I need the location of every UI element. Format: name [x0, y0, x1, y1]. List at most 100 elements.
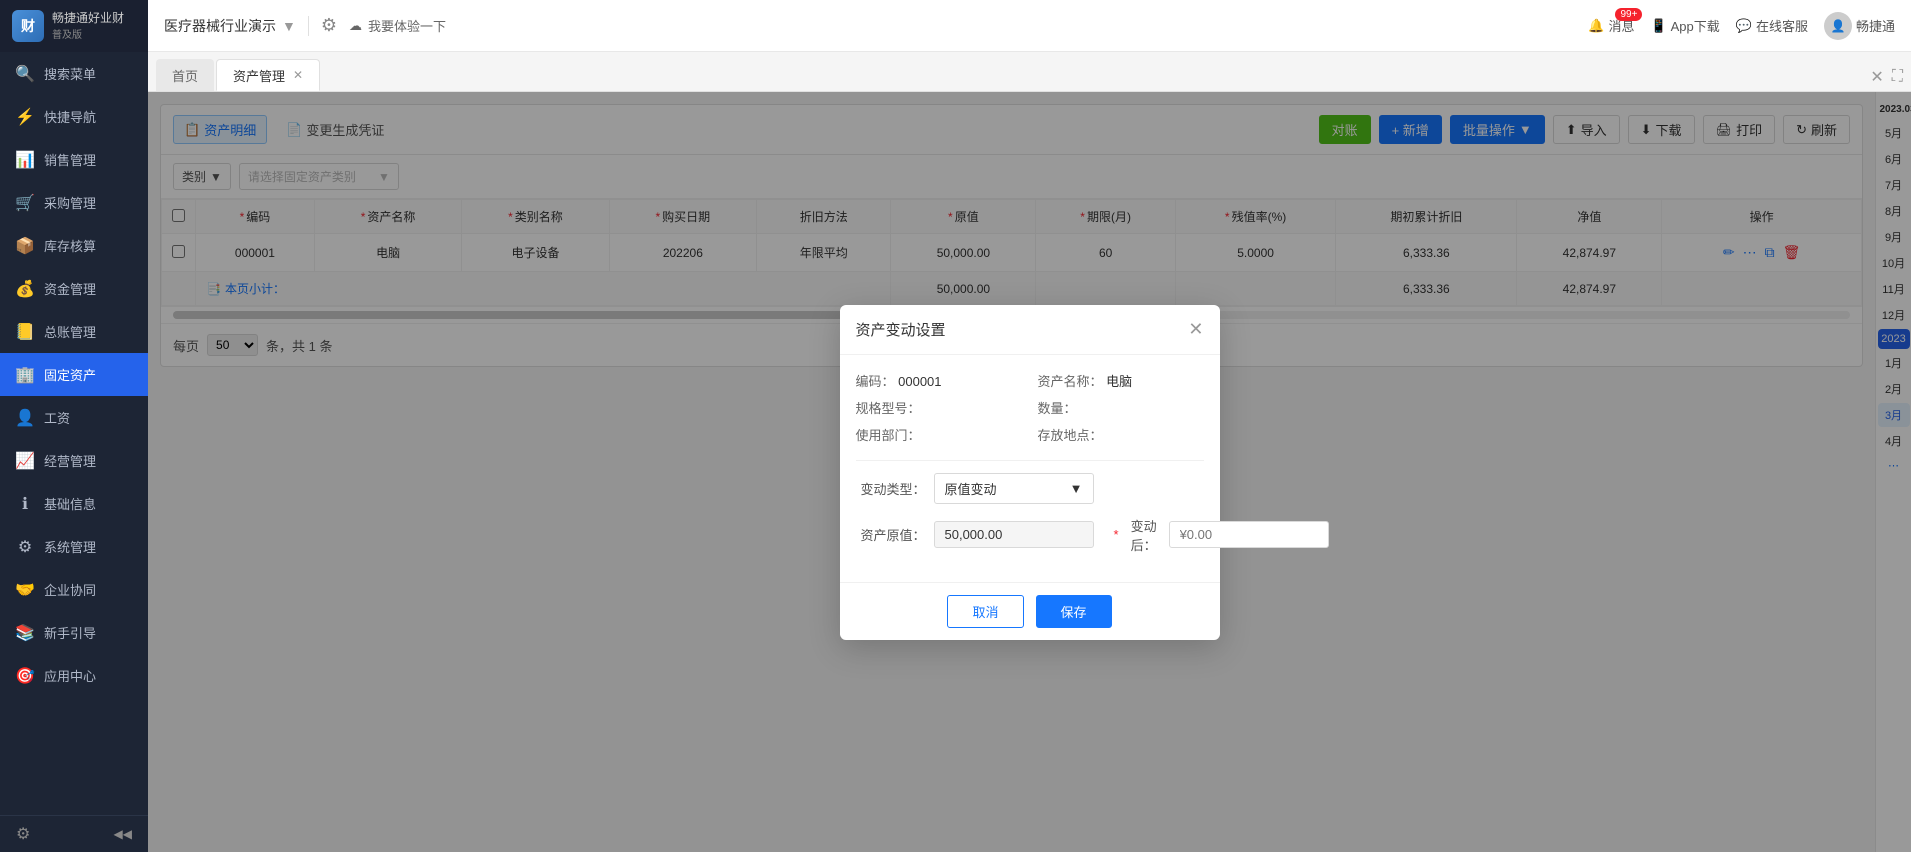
modal-department-item: 使用部门： — [856, 425, 1022, 444]
sidebar-bottom: ⚙ ◀◀ — [0, 815, 148, 852]
tabs-bar: 首页 资产管理 ✕ ✕ ⛶ — [148, 52, 1911, 92]
modal-info-grid: 编码： 000001 资产名称： 电脑 规格型号： 数量： — [856, 371, 1204, 444]
modal-original-value-display: 50,000.00 — [934, 521, 1094, 548]
modal-value-field: 资产原值： 50,000.00 * 变动后： — [856, 516, 1204, 554]
sidebar-item-purchase[interactable]: 🛒 采购管理 — [0, 181, 148, 224]
modal-quantity-label: 数量： — [1038, 401, 1077, 416]
modal-header: 资产变动设置 ✕ — [840, 305, 1220, 355]
sidebar-item-label: 应用中心 — [44, 666, 96, 685]
settings-bottom-icon[interactable]: ⚙ — [16, 824, 30, 844]
sidebar-item-fixed-assets[interactable]: 🏢 固定资产 — [0, 353, 148, 396]
company-selector[interactable]: 医疗器械行业演示 ▼ — [164, 16, 296, 36]
service-btn[interactable]: 💬 在线客服 — [1736, 16, 1808, 35]
sidebar-item-label: 资金管理 — [44, 279, 96, 298]
tab-fullscreen-icon[interactable]: ⛶ — [1892, 68, 1903, 86]
sidebar-item-basic-info[interactable]: ℹ 基础信息 — [0, 482, 148, 525]
collapse-icon[interactable]: ◀◀ — [114, 827, 132, 841]
search-icon: 🔍 — [16, 65, 34, 83]
sidebar-item-apps[interactable]: 🎯 应用中心 — [0, 654, 148, 697]
tab-home[interactable]: 首页 — [156, 59, 214, 91]
tab-asset-management[interactable]: 资产管理 ✕ — [216, 59, 320, 91]
operations-icon: 📈 — [16, 452, 34, 470]
sidebar-item-label: 基础信息 — [44, 494, 96, 513]
guide-icon: 📚 — [16, 624, 34, 642]
modal-change-type-value: 原值变动 — [945, 479, 997, 498]
experience-icon: ☁ — [349, 18, 362, 34]
modal-change-type-field: 变动类型： 原值变动 ▼ — [856, 473, 1204, 504]
topbar-right: 🔔 消息 99+ 📱 App下载 💬 在线客服 👤 畅捷通 — [1588, 12, 1895, 40]
modal-required-star: * — [1114, 527, 1119, 542]
tab-close-icon[interactable]: ✕ — [293, 68, 303, 82]
modal-title: 资产变动设置 — [856, 319, 946, 340]
service-icon: 💬 — [1736, 18, 1752, 34]
sidebar-item-inventory[interactable]: 📦 库存核算 — [0, 224, 148, 267]
sidebar-item-label: 搜索菜单 — [44, 64, 96, 83]
finance-icon: 💰 — [16, 280, 34, 298]
sidebar-item-label: 工资 — [44, 408, 70, 427]
tab-close-all-icon[interactable]: ✕ — [1870, 67, 1883, 87]
sidebar-item-search[interactable]: 🔍 搜索菜单 — [0, 52, 148, 95]
modal-quantity-item: 数量： — [1038, 398, 1204, 417]
experience-text: 我要体验一下 — [368, 16, 446, 35]
sidebar-item-label: 总账管理 — [44, 322, 96, 341]
modal-after-change-label: 变动后： — [1131, 516, 1157, 554]
modal-original-value-label: 资产原值： — [856, 525, 926, 544]
modal-location-label: 存放地点： — [1038, 428, 1103, 443]
sidebar-header: 财 畅捷通好业财 普及版 — [0, 0, 148, 52]
basic-info-icon: ℹ — [16, 495, 34, 513]
app-title: 畅捷通好业财 普及版 — [52, 11, 124, 42]
sidebar-item-sales[interactable]: 📊 销售管理 — [0, 138, 148, 181]
tab-asset-label: 资产管理 — [233, 66, 285, 85]
notification-btn[interactable]: 🔔 消息 99+ — [1588, 16, 1634, 35]
sidebar-item-operations[interactable]: 📈 经营管理 — [0, 439, 148, 482]
sidebar-item-label: 快捷导航 — [44, 107, 96, 126]
modal-asset-name-value: 电脑 — [1106, 374, 1132, 389]
user-menu[interactable]: 👤 畅捷通 — [1824, 12, 1895, 40]
sidebar-item-label: 新手引导 — [44, 623, 96, 642]
sidebar-item-label: 系统管理 — [44, 537, 96, 556]
sidebar-item-enterprise[interactable]: 🤝 企业协同 — [0, 568, 148, 611]
app-download-label: App下载 — [1671, 16, 1720, 35]
sidebar: 财 畅捷通好业财 普及版 🔍 搜索菜单 ⚡ 快捷导航 📊 销售管理 🛒 采购管理… — [0, 0, 148, 852]
user-name: 畅捷通 — [1856, 16, 1895, 35]
cancel-button[interactable]: 取消 — [947, 595, 1023, 628]
app-download-btn[interactable]: 📱 App下载 — [1650, 16, 1719, 35]
ledger-icon: 📒 — [16, 323, 34, 341]
settings-icon[interactable]: ⚙ — [321, 15, 337, 36]
app-logo: 财 — [12, 10, 44, 42]
apps-icon: 🎯 — [16, 667, 34, 685]
topbar: 医疗器械行业演示 ▼ ⚙ ☁ 我要体验一下 🔔 消息 99+ 📱 App下载 💬… — [148, 0, 1911, 52]
salary-icon: 👤 — [16, 409, 34, 427]
modal-footer: 取消 保存 — [840, 582, 1220, 640]
system-icon: ⚙ — [16, 538, 34, 556]
modal-change-type-select[interactable]: 原值变动 ▼ — [934, 473, 1094, 504]
sidebar-item-quicknav[interactable]: ⚡ 快捷导航 — [0, 95, 148, 138]
modal-location-item: 存放地点： — [1038, 425, 1204, 444]
sidebar-item-finance[interactable]: 💰 资金管理 — [0, 267, 148, 310]
modal-spec-item: 规格型号： — [856, 398, 1022, 417]
modal-code-label: 编码： — [856, 374, 895, 389]
sidebar-item-label: 销售管理 — [44, 150, 96, 169]
company-name: 医疗器械行业演示 — [164, 16, 276, 36]
app-download-icon: 📱 — [1650, 18, 1666, 34]
purchase-icon: 🛒 — [16, 194, 34, 212]
notification-badge: 99+ — [1615, 8, 1642, 21]
sidebar-item-guide[interactable]: 📚 新手引导 — [0, 611, 148, 654]
company-dropdown-icon: ▼ — [282, 18, 296, 34]
sidebar-item-system[interactable]: ⚙ 系统管理 — [0, 525, 148, 568]
modal-close-icon[interactable]: ✕ — [1188, 319, 1203, 340]
enterprise-icon: 🤝 — [16, 581, 34, 599]
service-label: 在线客服 — [1756, 16, 1808, 35]
modal-after-change-input[interactable] — [1169, 521, 1329, 548]
sidebar-item-salary[interactable]: 👤 工资 — [0, 396, 148, 439]
experience-btn[interactable]: ☁ 我要体验一下 — [349, 16, 446, 35]
sidebar-item-ledger[interactable]: 📒 总账管理 — [0, 310, 148, 353]
notification-icon: 🔔 — [1588, 18, 1604, 34]
save-button[interactable]: 保存 — [1036, 595, 1112, 628]
sidebar-nav: 🔍 搜索菜单 ⚡ 快捷导航 📊 销售管理 🛒 采购管理 📦 库存核算 💰 资金管… — [0, 52, 148, 815]
modal-code-value: 000001 — [898, 374, 941, 389]
sidebar-item-label: 企业协同 — [44, 580, 96, 599]
topbar-divider — [308, 16, 309, 36]
fixed-assets-icon: 🏢 — [16, 366, 34, 384]
modal-department-label: 使用部门： — [856, 428, 921, 443]
